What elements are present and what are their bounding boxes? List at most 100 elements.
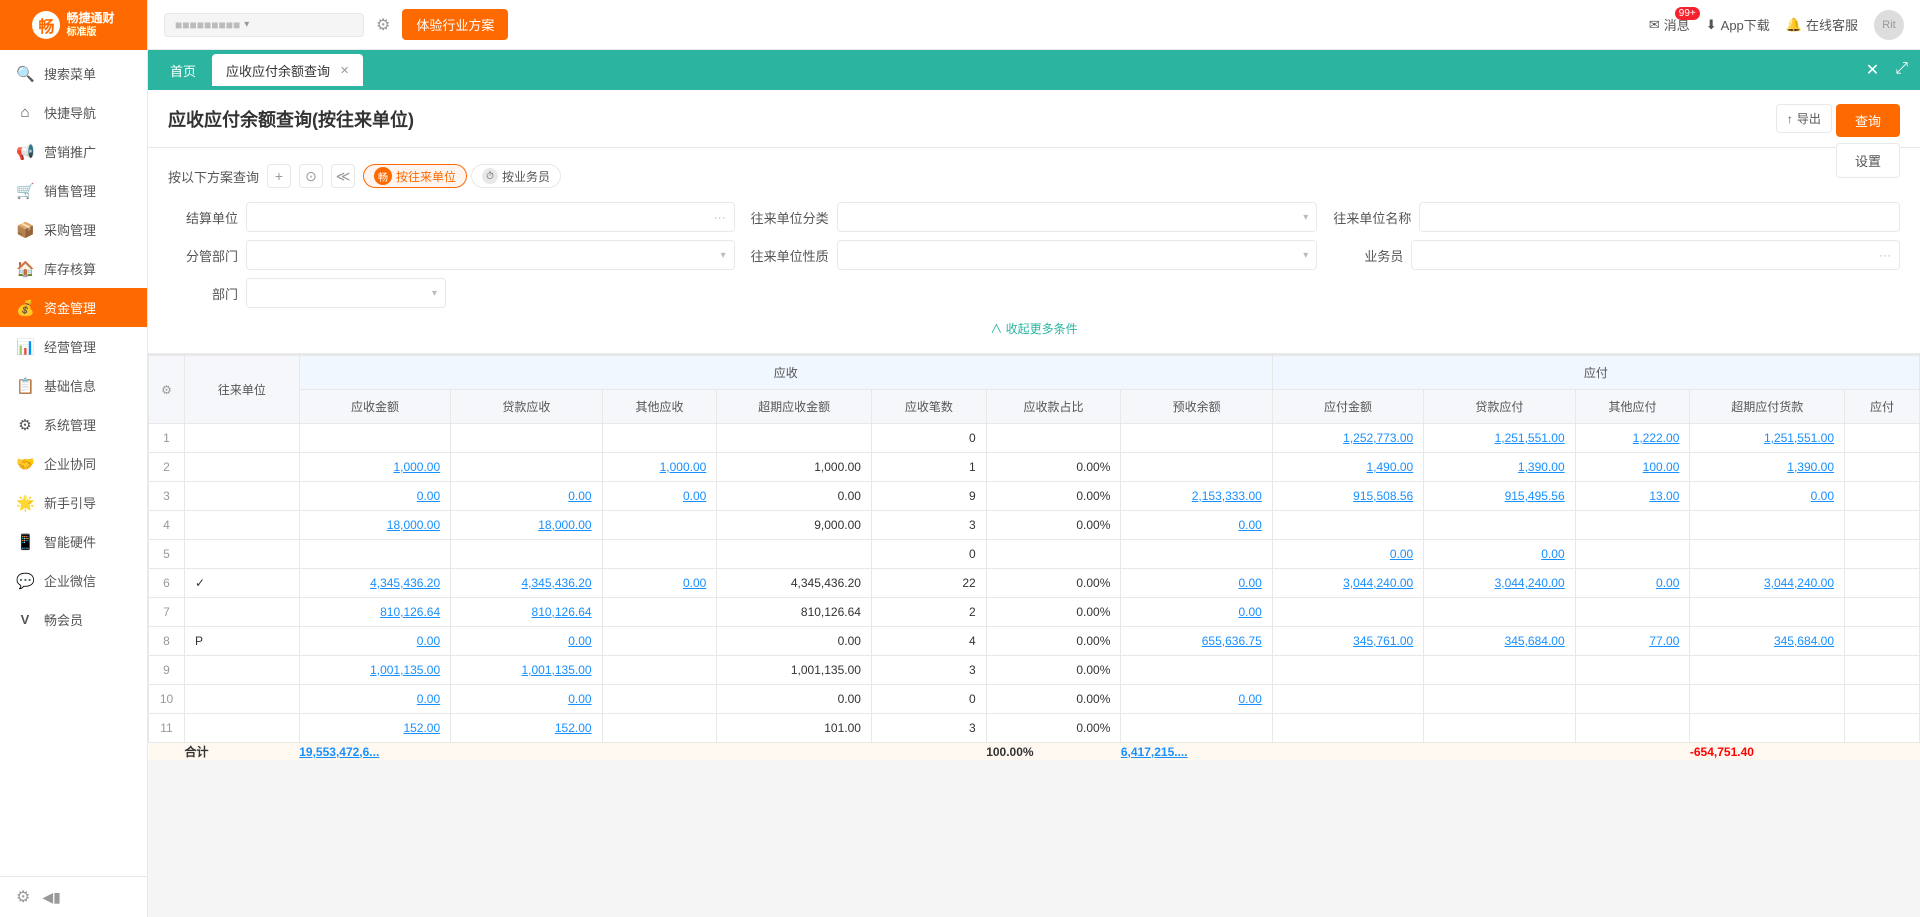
table-settings-icon[interactable]: ⚙ <box>161 383 172 397</box>
field-unit-name: 往来单位名称 <box>1333 202 1900 232</box>
logo-badge: 标准版 <box>66 26 114 39</box>
tab-minimize-icon[interactable]: ✕ <box>1862 56 1883 84</box>
tab-home[interactable]: 首页 <box>156 54 210 86</box>
download-icon: ⬇ <box>1706 17 1717 33</box>
export-button[interactable]: ↑ 导出 <box>1776 104 1832 133</box>
sidebar-item-coop[interactable]: 🤝 企业协同 <box>0 444 147 483</box>
sidebar-item-wechat[interactable]: 💬 企业微信 <box>0 561 147 600</box>
hardware-icon: 📱 <box>16 533 34 551</box>
address-chevron-icon: ▾ <box>244 19 249 30</box>
footer-advance-balance[interactable]: 6,417,215.... <box>1121 743 1272 761</box>
table-row: 30.000.000.000.0090.00%2,153,333.00915,5… <box>149 482 1920 511</box>
salesman-input[interactable]: ··· <box>1411 240 1900 270</box>
group-receivable: 应收 <box>299 356 1272 390</box>
topbar: ■■■■■■■■■ ▾ ⚙ 体验行业方案 ✉ 消息 99+ ⬇ App下载 🔔 … <box>148 0 1920 50</box>
coop-icon: 🤝 <box>16 455 34 473</box>
sales-icon: 🛒 <box>16 182 34 200</box>
sidebar-item-operation[interactable]: 📊 经营管理 <box>0 327 147 366</box>
unit-nature-input[interactable]: ▾ <box>837 240 1318 270</box>
filter-area: 按以下方案查询 + ⊙ ≪ 畅 按往来单位 ⏱ 按业务员 <box>148 148 1920 354</box>
field-department: 部门 ▾ <box>168 278 446 308</box>
collapse-scheme-button[interactable]: ≪ <box>331 164 355 188</box>
table-row: 21,000.001,000.001,000.0010.00%1,490.001… <box>149 453 1920 482</box>
col-loan-receivable: 贷款应收 <box>451 390 602 424</box>
sidebar-item-hardware[interactable]: 📱 智能硬件 <box>0 522 147 561</box>
settle-unit-dots-icon: ··· <box>714 210 726 224</box>
search-icon: 🔍 <box>16 65 34 83</box>
sidebar-item-search[interactable]: 🔍 搜索菜单 <box>0 54 147 93</box>
add-scheme-button[interactable]: + <box>267 164 291 188</box>
sidebar-item-member[interactable]: V 畅会员 <box>0 600 147 639</box>
sidebar-item-shortcut[interactable]: ⌂ 快捷导航 <box>0 93 147 132</box>
department-chevron-icon: ▾ <box>432 288 437 299</box>
sidebar-bottom: ⚙ ◀▮ <box>0 876 147 917</box>
sidebar-menu: 🔍 搜索菜单 ⌂ 快捷导航 📢 营销推广 🛒 销售管理 📦 采购管理 🏠 库存核… <box>0 50 147 876</box>
solution-button[interactable]: 体验行业方案 <box>402 9 508 40</box>
table-row: 418,000.0018,000.009,000.0030.00%0.00 <box>149 511 1920 540</box>
footer-receivable-amount[interactable]: 19,553,472,6... <box>299 743 450 761</box>
field-dept: 分管部门 ▾ <box>168 240 735 270</box>
unit-category-chevron-icon: ▾ <box>1303 212 1308 223</box>
table-row: 100.000.000.0000.00%0.00 <box>149 685 1920 714</box>
app-download-btn[interactable]: ⬇ App下载 <box>1706 15 1770 34</box>
collapse-icon[interactable]: ◀▮ <box>42 889 60 906</box>
salesman-dots-icon: ··· <box>1879 248 1891 262</box>
notification-badge: 99+ <box>1675 7 1700 20</box>
table-row: 6✓4,345,436.204,345,436.200.004,345,436.… <box>149 569 1920 598</box>
col-partner: 往来单位 <box>185 356 300 424</box>
sidebar-item-marketing[interactable]: 📢 营销推广 <box>0 132 147 171</box>
footer-label: 合计 <box>185 743 300 761</box>
sidebar-item-basic[interactable]: 📋 基础信息 <box>0 366 147 405</box>
address-text: ■■■■■■■■■ <box>175 18 240 32</box>
purchase-icon: 📦 <box>16 221 34 239</box>
sidebar-item-system[interactable]: ⚙ 系统管理 <box>0 405 147 444</box>
sidebar-item-finance[interactable]: 💰 资金管理 <box>0 288 147 327</box>
sidebar-item-sales[interactable]: 🛒 销售管理 <box>0 171 147 210</box>
filter-label: 按以下方案查询 <box>168 167 259 186</box>
col-receivable-amount: 应收金额 <box>299 390 450 424</box>
col-receivable-ratio: 应收款占比 <box>986 390 1121 424</box>
tab-maximize-icon[interactable]: ⤢ <box>1891 56 1912 84</box>
user-avatar[interactable]: Rit <box>1874 10 1904 40</box>
collapse-more-btn[interactable]: ∧ 收起更多条件 <box>168 314 1900 337</box>
notification-bell[interactable]: ✉ 消息 99+ <box>1649 15 1690 34</box>
unit-category-input[interactable]: ▾ <box>837 202 1318 232</box>
sidebar-item-guide[interactable]: 🌟 新手引导 <box>0 483 147 522</box>
field-unit-category: 往来单位分类 ▾ <box>751 202 1318 232</box>
query-button[interactable]: 查询 <box>1836 104 1900 137</box>
table-row: 11152.00152.00101.0030.00% <box>149 714 1920 743</box>
footer-receivable-ratio: 100.00% <box>986 743 1121 761</box>
address-bar[interactable]: ■■■■■■■■■ ▾ <box>164 13 364 37</box>
col-other-payable: 其他应付 <box>1575 390 1690 424</box>
tab-close-icon[interactable]: ✕ <box>340 64 349 77</box>
footer-overdue-payable: -654,751.40 <box>1690 743 1845 761</box>
dept-input[interactable]: ▾ <box>246 240 735 270</box>
setting-button[interactable]: 设置 <box>1836 143 1900 178</box>
settings-icon[interactable]: ⚙ <box>16 887 30 907</box>
data-table: ⚙ 往来单位 应收 应付 应收金额 贷款应收 其他应收 超期应收金额 应收笔数 … <box>148 355 1920 760</box>
online-service-btn[interactable]: 🔔 在线客服 <box>1786 15 1858 34</box>
scheme-by-staff[interactable]: ⏱ 按业务员 <box>471 164 561 188</box>
col-overdue-receivable: 超期应收金额 <box>717 390 872 424</box>
filter-row-1: 结算单位 ··· 往来单位分类 ▾ 往来单位 <box>168 202 1900 232</box>
page-header: 应收应付余额查询(按往来单位) ↑ 导出 ↻ 刷新 <box>148 90 1920 148</box>
col-payable-extra: 应付 <box>1845 390 1920 424</box>
settings-gear-icon[interactable]: ⚙ <box>372 11 394 39</box>
table-row: 101,252,773.001,251,551.001,222.001,251,… <box>149 424 1920 453</box>
table-row: 8P0.000.000.0040.00%655,636.75345,761.00… <box>149 627 1920 656</box>
unit-name-input[interactable] <box>1419 202 1900 232</box>
table-row: 91,001,135.001,001,135.001,001,135.0030.… <box>149 656 1920 685</box>
scheme-by-unit[interactable]: 畅 按往来单位 <box>363 164 467 188</box>
col-settings[interactable]: ⚙ <box>149 356 185 424</box>
member-icon: V <box>16 612 34 627</box>
edit-scheme-button[interactable]: ⊙ <box>299 164 323 188</box>
sidebar-item-purchase[interactable]: 📦 采购管理 <box>0 210 147 249</box>
department-input[interactable]: ▾ <box>246 278 446 308</box>
wechat-icon: 💬 <box>16 572 34 590</box>
page-title: 应收应付余额查询(按往来单位) <box>168 106 414 146</box>
settle-unit-input[interactable]: ··· <box>246 202 735 232</box>
tab-ar-ap[interactable]: 应收应付余额查询 ✕ <box>212 54 363 86</box>
field-settle-unit: 结算单位 ··· <box>168 202 735 232</box>
sidebar-item-inventory[interactable]: 🏠 库存核算 <box>0 249 147 288</box>
export-icon: ↑ <box>1787 112 1793 126</box>
